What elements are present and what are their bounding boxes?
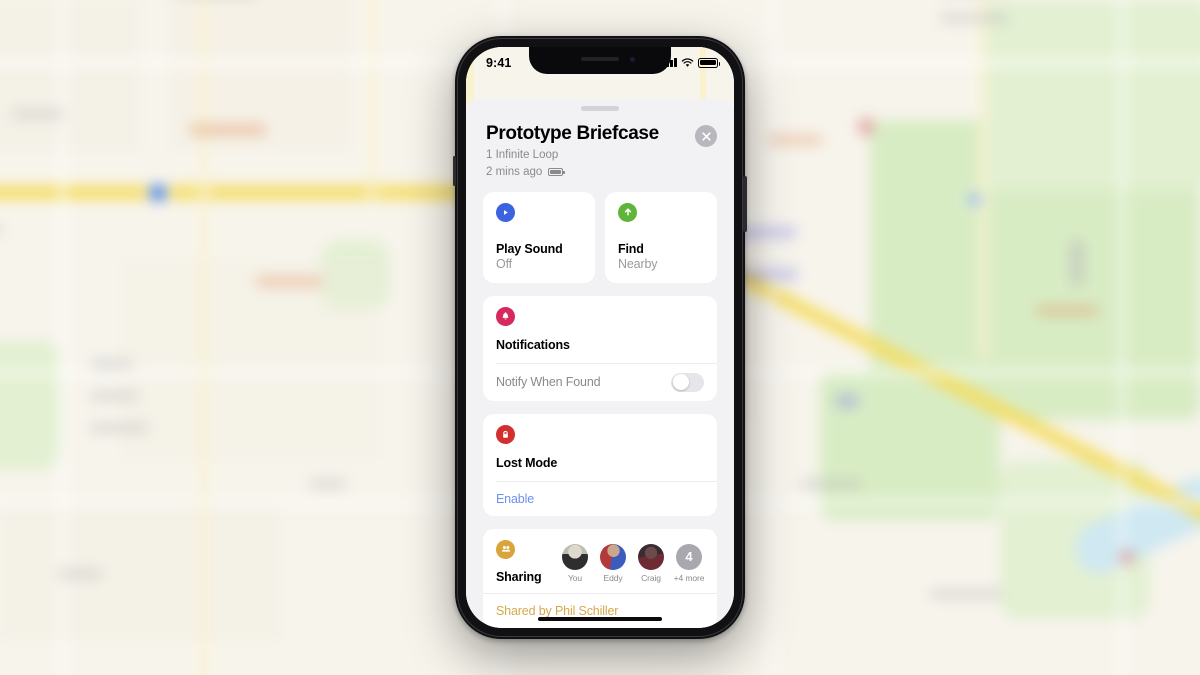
home-indicator[interactable] xyxy=(538,616,662,621)
close-icon xyxy=(701,131,711,141)
avatar xyxy=(638,543,664,570)
sharing-label-group: Sharing xyxy=(496,539,542,584)
play-sound-status: Off xyxy=(496,256,512,271)
avatar-craig[interactable]: Craig xyxy=(636,543,666,583)
avatar-label: +4 more xyxy=(673,572,705,583)
avatar-label: Craig xyxy=(641,572,661,583)
find-status: Nearby xyxy=(618,256,658,271)
volume-button[interactable] xyxy=(453,156,456,186)
speaker-grille xyxy=(581,57,619,61)
front-camera xyxy=(630,57,635,62)
iphone-device: 9:41 Prototype Briefcase 1 Infinite Loop xyxy=(453,36,747,639)
lost-mode-header: Lost Mode xyxy=(483,414,717,481)
lost-mode-title: Lost Mode xyxy=(496,455,558,470)
avatar-overflow-count: 4 xyxy=(676,543,702,570)
notch xyxy=(529,47,671,74)
people-icon xyxy=(496,539,515,559)
avatar xyxy=(562,543,588,570)
shared-by-row: Shared by Phil Schiller xyxy=(483,594,717,628)
find-card[interactable]: Find Nearby xyxy=(605,191,717,283)
lock-icon xyxy=(496,424,515,444)
play-icon xyxy=(496,202,515,222)
lost-mode-card: Lost Mode Enable xyxy=(483,413,717,516)
shared-with-avatars: You Eddy Craig 4 +4 more xyxy=(560,543,705,584)
power-button[interactable] xyxy=(743,176,747,232)
lost-mode-enable-row[interactable]: Enable xyxy=(483,482,717,516)
sharing-title: Sharing xyxy=(496,569,542,584)
notify-when-found-toggle[interactable] xyxy=(671,372,704,392)
close-button[interactable] xyxy=(695,125,717,147)
notifications-title: Notifications xyxy=(496,337,570,352)
item-title: Prototype Briefcase xyxy=(486,123,659,144)
avatar-eddy[interactable]: Eddy xyxy=(598,543,628,583)
notifications-header: Notifications xyxy=(483,296,717,363)
arrow-up-icon xyxy=(618,202,637,222)
sheet-content: Play Sound Off Find Nearby Notifications… xyxy=(466,191,734,628)
notify-when-found-label: Notify When Found xyxy=(496,375,601,390)
play-sound-title: Play Sound xyxy=(496,241,563,256)
avatar-more[interactable]: 4 +4 more xyxy=(673,543,705,583)
battery-icon xyxy=(548,167,565,176)
last-updated-text: 2 mins ago xyxy=(486,165,543,178)
avatar-label: Eddy xyxy=(603,572,623,583)
phone-screen: 9:41 Prototype Briefcase 1 Infinite Loop xyxy=(466,47,734,628)
bell-icon xyxy=(496,306,515,326)
avatar-you[interactable]: You xyxy=(560,543,590,583)
sharing-header: Sharing You Eddy Craig 4 +4 more xyxy=(483,529,717,593)
notify-when-found-row[interactable]: Notify When Found xyxy=(483,364,717,401)
play-sound-card[interactable]: Play Sound Off xyxy=(483,191,595,283)
action-cards-row: Play Sound Off Find Nearby xyxy=(483,191,717,283)
sheet-header: Prototype Briefcase 1 Infinite Loop 2 mi… xyxy=(466,111,734,178)
notifications-card: Notifications Notify When Found xyxy=(483,295,717,401)
item-address: 1 Infinite Loop xyxy=(486,148,559,161)
item-meta-row: 2 mins ago xyxy=(486,166,714,178)
find-title: Find xyxy=(618,241,644,256)
avatar xyxy=(600,543,626,570)
sharing-card: Sharing You Eddy Craig 4 +4 more Shared … xyxy=(483,528,717,628)
item-detail-sheet: Prototype Briefcase 1 Infinite Loop 2 mi… xyxy=(466,99,734,628)
avatar-label: You xyxy=(567,572,583,583)
enable-link[interactable]: Enable xyxy=(496,492,534,506)
